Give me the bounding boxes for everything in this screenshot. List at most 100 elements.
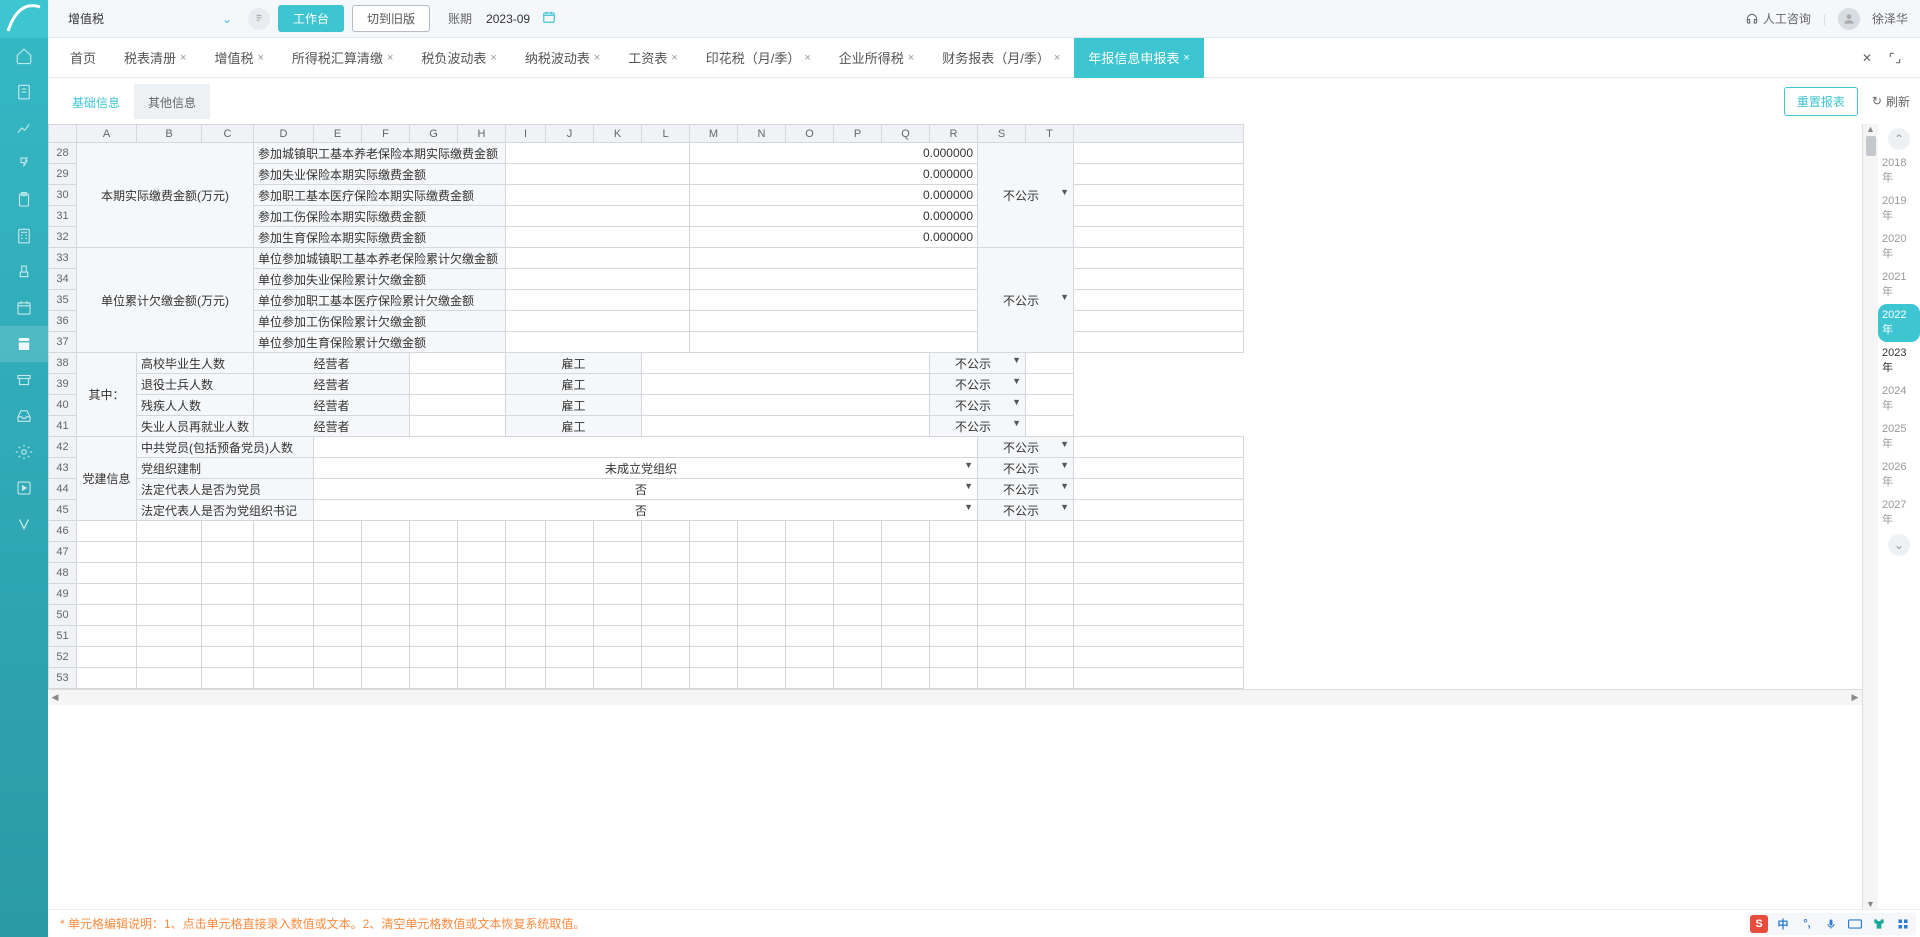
- calendar-icon[interactable]: [542, 10, 556, 27]
- nav-report-icon[interactable]: [0, 326, 48, 362]
- year-2024年[interactable]: 2024年: [1878, 380, 1920, 418]
- row-header-43[interactable]: 43: [49, 458, 77, 479]
- row-header-36[interactable]: 36: [49, 311, 77, 332]
- col-header-N[interactable]: N: [738, 125, 786, 143]
- year-2018年[interactable]: 2018年: [1878, 152, 1920, 190]
- row-header-33[interactable]: 33: [49, 248, 77, 269]
- nav-v-icon[interactable]: [0, 506, 48, 542]
- workbench-button[interactable]: 工作台: [278, 5, 344, 32]
- col-header-F[interactable]: F: [362, 125, 410, 143]
- tab-close-icon[interactable]: ×: [671, 52, 677, 64]
- row-header-38[interactable]: 38: [49, 353, 77, 374]
- year-2025年[interactable]: 2025年: [1878, 418, 1920, 456]
- col-header-L[interactable]: L: [642, 125, 690, 143]
- row-header-50[interactable]: 50: [49, 605, 77, 626]
- consult-link[interactable]: 人工咨询: [1745, 10, 1811, 27]
- expand-button[interactable]: [1884, 47, 1906, 69]
- tab-close-icon[interactable]: ×: [1183, 52, 1189, 64]
- subtab-other[interactable]: 其他信息: [134, 84, 210, 119]
- row-header-45[interactable]: 45: [49, 500, 77, 521]
- tab-6[interactable]: 工资表×: [614, 38, 691, 78]
- row-header-34[interactable]: 34: [49, 269, 77, 290]
- nav-settings-icon[interactable]: [0, 434, 48, 470]
- nav-money-icon[interactable]: [0, 146, 48, 182]
- ime-keyboard-icon[interactable]: [1846, 915, 1864, 933]
- tab-9[interactable]: 财务报表（月/季）×: [928, 38, 1074, 78]
- ime-skin-icon[interactable]: [1870, 915, 1888, 933]
- row-header-31[interactable]: 31: [49, 206, 77, 227]
- year-2022年[interactable]: 2022年: [1878, 304, 1920, 342]
- col-header-P[interactable]: P: [834, 125, 882, 143]
- vertical-scrollbar[interactable]: ▲ ▼: [1862, 124, 1878, 909]
- row-header-30[interactable]: 30: [49, 185, 77, 206]
- year-2019年[interactable]: 2019年: [1878, 190, 1920, 228]
- subtab-basic[interactable]: 基础信息: [58, 84, 134, 119]
- tab-close-icon[interactable]: ×: [490, 52, 496, 64]
- row-header-41[interactable]: 41: [49, 416, 77, 437]
- col-header-J[interactable]: J: [546, 125, 594, 143]
- col-header-T[interactable]: T: [1026, 125, 1074, 143]
- row-header-39[interactable]: 39: [49, 374, 77, 395]
- tab-close-icon[interactable]: ×: [804, 52, 810, 64]
- col-header-O[interactable]: O: [786, 125, 834, 143]
- nav-home-icon[interactable]: [0, 38, 48, 74]
- col-header-H[interactable]: H: [458, 125, 506, 143]
- tab-close-icon[interactable]: ×: [180, 52, 186, 64]
- year-scroll-down[interactable]: ⌄: [1888, 534, 1910, 556]
- tab-0[interactable]: 首页: [56, 38, 110, 78]
- tax-type-dropdown[interactable]: 增值税 ⌄: [60, 8, 240, 29]
- col-header-C[interactable]: C: [202, 125, 254, 143]
- nav-play-icon[interactable]: [0, 470, 48, 506]
- tab-close-icon[interactable]: ×: [1054, 52, 1060, 64]
- row-header-48[interactable]: 48: [49, 563, 77, 584]
- row-header-32[interactable]: 32: [49, 227, 77, 248]
- close-tab-button[interactable]: ✕: [1856, 47, 1878, 69]
- row-header-40[interactable]: 40: [49, 395, 77, 416]
- row-header-29[interactable]: 29: [49, 164, 77, 185]
- col-header-E[interactable]: E: [314, 125, 362, 143]
- col-header-I[interactable]: I: [506, 125, 546, 143]
- ime-mic-icon[interactable]: [1822, 915, 1840, 933]
- col-header-K[interactable]: K: [594, 125, 642, 143]
- ime-sogou-icon[interactable]: S: [1750, 915, 1768, 933]
- nav-chart-icon[interactable]: [0, 110, 48, 146]
- horizontal-scrollbar[interactable]: ◀▶: [48, 689, 1862, 705]
- ime-punct-icon[interactable]: °,: [1798, 915, 1816, 933]
- refresh-button[interactable]: ↻ 刷新: [1872, 93, 1910, 110]
- row-header-49[interactable]: 49: [49, 584, 77, 605]
- tab-close-icon[interactable]: ×: [387, 52, 393, 64]
- col-header-Q[interactable]: Q: [882, 125, 930, 143]
- year-2021年[interactable]: 2021年: [1878, 266, 1920, 304]
- year-scroll-up[interactable]: ⌃: [1888, 128, 1910, 150]
- row-header-51[interactable]: 51: [49, 626, 77, 647]
- tab-8[interactable]: 企业所得税×: [825, 38, 928, 78]
- nav-archive-icon[interactable]: [0, 362, 48, 398]
- ime-zh-icon[interactable]: 中: [1774, 915, 1792, 933]
- col-header-M[interactable]: M: [690, 125, 738, 143]
- row-header-35[interactable]: 35: [49, 290, 77, 311]
- nav-calendar-icon[interactable]: [0, 290, 48, 326]
- record-icon[interactable]: [248, 8, 270, 30]
- year-2027年[interactable]: 2027年: [1878, 494, 1920, 532]
- col-header-A[interactable]: A: [77, 125, 137, 143]
- year-2023年[interactable]: 2023年: [1878, 342, 1920, 380]
- spreadsheet[interactable]: ABCDEFGHIJKLMNOPQRST28本期实际缴费金额(万元)参加城镇职工…: [48, 124, 1862, 909]
- ime-tool-icon[interactable]: [1894, 915, 1912, 933]
- col-header-R[interactable]: R: [930, 125, 978, 143]
- tab-3[interactable]: 所得税汇算清缴×: [278, 38, 407, 78]
- row-header-47[interactable]: 47: [49, 542, 77, 563]
- nav-inbox-icon[interactable]: [0, 398, 48, 434]
- row-header-28[interactable]: 28: [49, 143, 77, 164]
- year-2020年[interactable]: 2020年: [1878, 228, 1920, 266]
- nav-clipboard-icon[interactable]: [0, 182, 48, 218]
- switch-old-button[interactable]: 切到旧版: [352, 5, 430, 32]
- tab-close-icon[interactable]: ×: [594, 52, 600, 64]
- row-header-46[interactable]: 46: [49, 521, 77, 542]
- tab-1[interactable]: 税表清册×: [110, 38, 200, 78]
- row-header-42[interactable]: 42: [49, 437, 77, 458]
- col-header-D[interactable]: D: [254, 125, 314, 143]
- reset-report-button[interactable]: 重置报表: [1784, 87, 1858, 116]
- row-header-44[interactable]: 44: [49, 479, 77, 500]
- nav-stamp-icon[interactable]: [0, 254, 48, 290]
- tab-2[interactable]: 增值税×: [200, 38, 277, 78]
